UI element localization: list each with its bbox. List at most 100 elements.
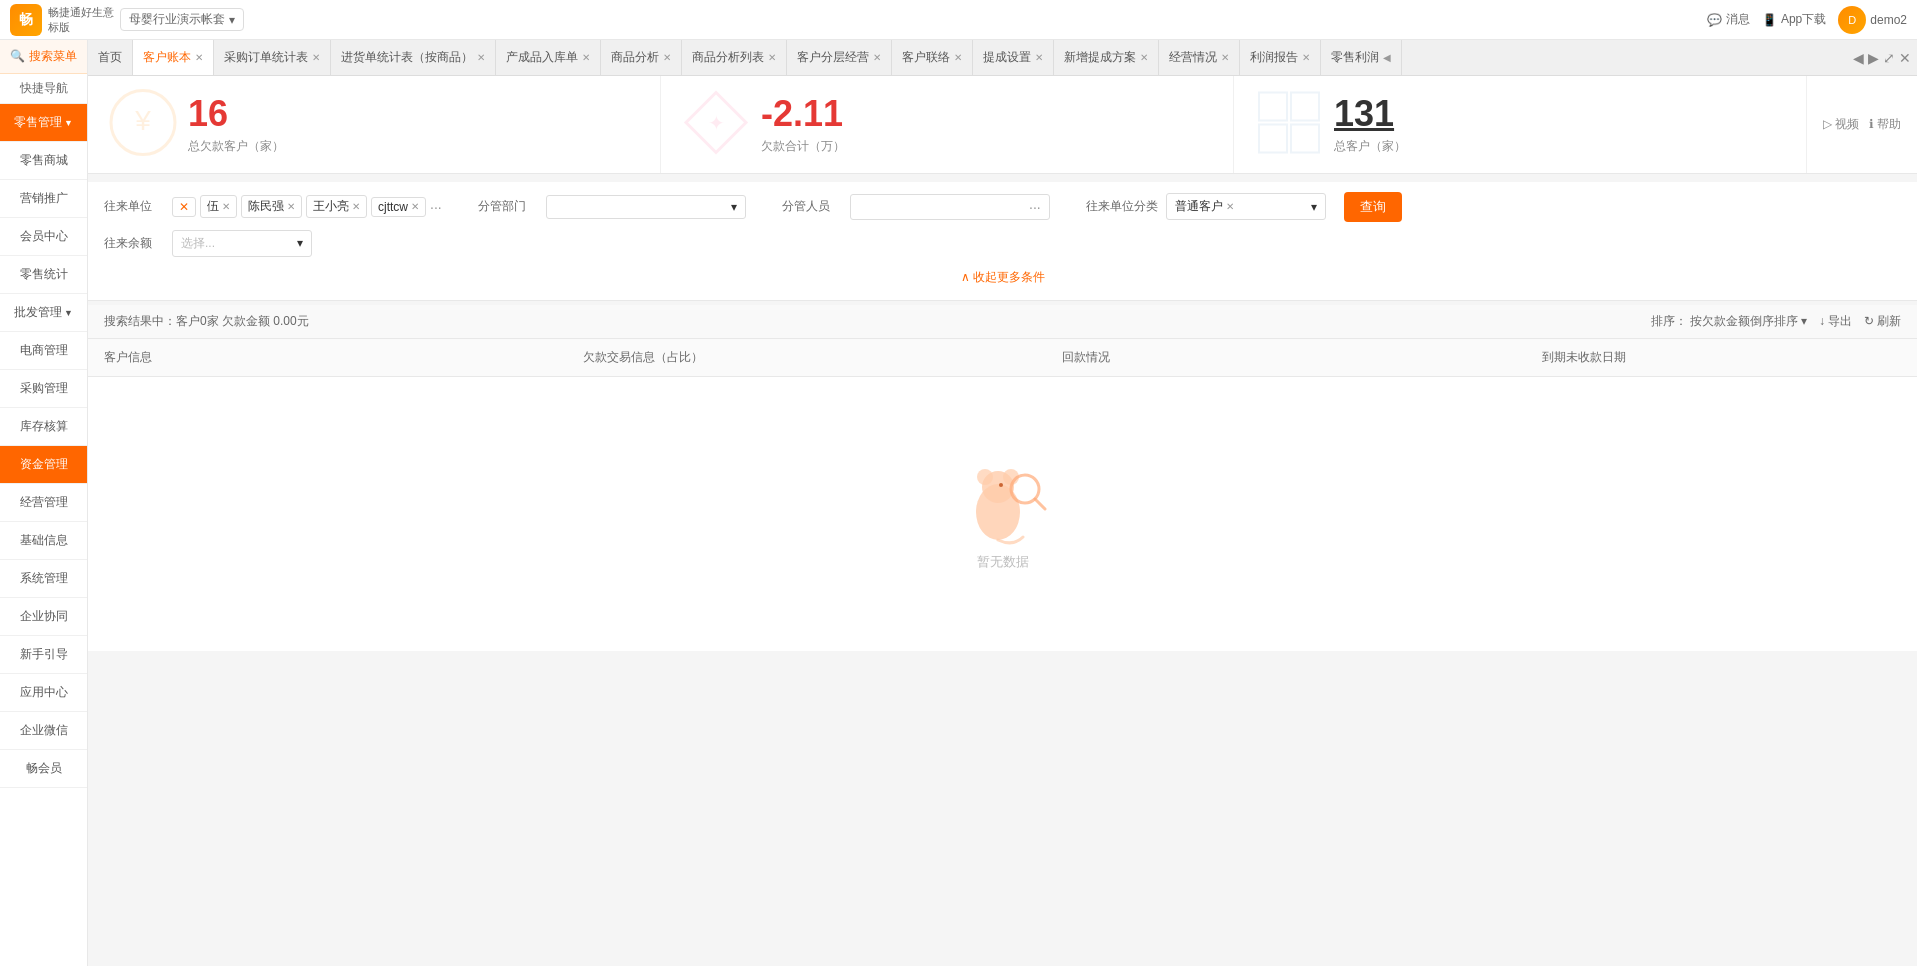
- tab-close[interactable]: ◀: [1383, 52, 1391, 63]
- tab-close[interactable]: ✕: [1302, 52, 1310, 63]
- collapse-label: 收起更多条件: [973, 269, 1045, 286]
- tab-close[interactable]: ✕: [873, 52, 881, 63]
- tab-promo-settings[interactable]: 提成设置 ✕: [973, 40, 1054, 76]
- tag-close-icon[interactable]: ✕: [1226, 201, 1234, 212]
- sidebar-item-finance-mgmt[interactable]: 资金管理: [0, 446, 87, 484]
- tab-home[interactable]: 首页: [88, 40, 133, 76]
- tab-customer-connect[interactable]: 客户联络 ✕: [892, 40, 973, 76]
- messages-button[interactable]: 💬 消息: [1707, 11, 1750, 28]
- filter-tag-wang[interactable]: 王小亮 ✕: [306, 195, 367, 218]
- sidebar-item-ecommerce-mgmt[interactable]: 电商管理: [0, 332, 87, 370]
- unit-class-select[interactable]: 普通客户 ✕ ▾: [1166, 193, 1326, 220]
- sidebar-item-label: 新手引导: [20, 647, 68, 661]
- sidebar-search[interactable]: 🔍 搜索菜单: [0, 40, 87, 74]
- sidebar-item-vip-member[interactable]: 畅会员: [0, 750, 87, 788]
- sidebar-item-retail-mall[interactable]: 零售商城: [0, 142, 87, 180]
- tab-close[interactable]: ✕: [768, 52, 776, 63]
- sidebar-item-purchase-mgmt[interactable]: 采购管理: [0, 370, 87, 408]
- sidebar-item-newbie-guide[interactable]: 新手引导: [0, 636, 87, 674]
- tab-accounts[interactable]: 客户账本 ✕: [133, 40, 214, 76]
- tab-customer-segment[interactable]: 客户分层经营 ✕: [787, 40, 892, 76]
- tab-close[interactable]: ✕: [582, 52, 590, 63]
- help-btn[interactable]: ℹ 帮助: [1869, 116, 1901, 133]
- sidebar-item-label: 畅会员: [26, 761, 62, 775]
- sidebar-item-wholesale-mgmt[interactable]: 批发管理 ▼: [0, 294, 87, 332]
- sidebar-item-label: 库存核算: [20, 419, 68, 433]
- user-profile[interactable]: D demo2: [1838, 6, 1907, 34]
- sidebar-item-operations-mgmt[interactable]: 经营管理: [0, 484, 87, 522]
- tab-retail-profit[interactable]: 零售利润 ◀: [1321, 40, 1402, 76]
- unit-class-tag[interactable]: 普通客户 ✕: [1175, 198, 1234, 215]
- tab-close[interactable]: ✕: [663, 52, 671, 63]
- tab-maximize[interactable]: ⤢: [1883, 50, 1895, 66]
- tab-product-analysis-list[interactable]: 商品分析列表 ✕: [682, 40, 787, 76]
- quick-nav[interactable]: 快捷导航: [0, 74, 87, 104]
- tab-product-inbound[interactable]: 产成品入库单 ✕: [496, 40, 601, 76]
- stat-total-customers-value: 131: [1334, 94, 1406, 134]
- tag-close-icon[interactable]: ✕: [287, 201, 295, 212]
- sidebar-item-enterprise-collab[interactable]: 企业协同: [0, 598, 87, 636]
- sidebar-item-inventory[interactable]: 库存核算: [0, 408, 87, 446]
- sidebar-item-retail-stats[interactable]: 零售统计: [0, 256, 87, 294]
- person-select[interactable]: ···: [850, 194, 1050, 220]
- tab-scroll-right[interactable]: ▶: [1868, 50, 1879, 66]
- query-button[interactable]: 查询: [1344, 192, 1402, 222]
- tab-label: 产成品入库单: [506, 49, 578, 66]
- results-summary: 搜索结果中：客户0家 欠款金额 0.00元: [104, 313, 309, 330]
- tag-close-icon[interactable]: ✕: [411, 201, 419, 212]
- sidebar-item-retail-mgmt[interactable]: 零售管理 ▼: [0, 104, 87, 142]
- filter-bar: 往来单位 ✕ 伍 ✕ 陈民强 ✕: [88, 182, 1917, 301]
- tab-label: 零售利润: [1331, 49, 1379, 66]
- export-btn[interactable]: ↓ 导出: [1819, 313, 1852, 330]
- app-download-button[interactable]: 📱 App下载: [1762, 11, 1826, 28]
- sidebar-item-enterprise-wechat[interactable]: 企业微信: [0, 712, 87, 750]
- tab-accounts-close[interactable]: ✕: [195, 52, 203, 63]
- tab-new-promo-plan[interactable]: 新增提成方案 ✕: [1054, 40, 1159, 76]
- tab-scroll-left[interactable]: ◀: [1853, 50, 1864, 66]
- tab-purchase-order-stats[interactable]: 采购订单统计表 ✕: [214, 40, 331, 76]
- content-area: 首页 客户账本 ✕ 采购订单统计表 ✕ 进货单统计表（按商品） ✕ 产成品入库单…: [88, 40, 1917, 966]
- tag-close-icon[interactable]: ✕: [352, 201, 360, 212]
- page-content: ¥ 16 总欠款客户（家）: [88, 76, 1917, 966]
- balance-placeholder: 选择...: [181, 235, 293, 252]
- collapse-btn[interactable]: ∧ 收起更多条件: [961, 269, 1045, 286]
- person-more-btn[interactable]: ···: [1029, 199, 1041, 215]
- col-label: 欠款交易信息（占比）: [583, 350, 703, 364]
- col-label: 客户信息: [104, 350, 152, 364]
- sidebar-item-basic-info[interactable]: 基础信息: [0, 522, 87, 560]
- tab-business-status[interactable]: 经营情况 ✕: [1159, 40, 1240, 76]
- filter-tag-unit-remove[interactable]: ✕: [172, 197, 196, 217]
- download-icon: 📱: [1762, 13, 1777, 27]
- filter-tag-chen[interactable]: 陈民强 ✕: [241, 195, 302, 218]
- tab-close[interactable]: ✕: [1035, 52, 1043, 63]
- tab-close[interactable]: ✕: [1221, 52, 1229, 63]
- tab-close[interactable]: ✕: [477, 52, 485, 63]
- sidebar-item-member-center[interactable]: 会员中心: [0, 218, 87, 256]
- filter-tag-cjttcw[interactable]: cjttcw ✕: [371, 197, 426, 217]
- tab-label: 客户联络: [902, 49, 950, 66]
- more-tags-btn[interactable]: ···: [430, 199, 442, 215]
- data-table: 客户信息 欠款交易信息（占比） 回款情况 到期未收款日期: [88, 339, 1917, 651]
- tag-close-icon[interactable]: ✕: [222, 201, 230, 212]
- tab-close[interactable]: ✕: [1140, 52, 1148, 63]
- balance-select[interactable]: 选择... ▾: [172, 230, 312, 257]
- tab-close-all[interactable]: ✕: [1899, 50, 1911, 66]
- tab-close[interactable]: ✕: [954, 52, 962, 63]
- tab-incoming-stats[interactable]: 进货单统计表（按商品） ✕: [331, 40, 496, 76]
- sidebar-item-app-center[interactable]: 应用中心: [0, 674, 87, 712]
- tab-close[interactable]: ✕: [312, 52, 320, 63]
- sidebar-item-marketing[interactable]: 营销推广: [0, 180, 87, 218]
- sidebar: 🔍 搜索菜单 快捷导航 零售管理 ▼ 零售商城 营销推广 会员中心 零售统计 批…: [0, 40, 88, 966]
- sort-select[interactable]: 排序： 按欠款金额倒序排序 ▾: [1651, 313, 1807, 330]
- video-btn[interactable]: ▷ 视频: [1823, 116, 1859, 133]
- tab-product-analysis[interactable]: 商品分析 ✕: [601, 40, 682, 76]
- app-logo-icon: 畅: [10, 4, 42, 36]
- sidebar-item-system-mgmt[interactable]: 系统管理: [0, 560, 87, 598]
- person-filter-label: 分管人员: [782, 198, 842, 215]
- refresh-btn[interactable]: ↻ 刷新: [1864, 313, 1901, 330]
- account-selector[interactable]: 母婴行业演示帐套 ▾: [120, 8, 244, 31]
- svg-rect-5: [1291, 93, 1319, 121]
- tab-profit-report[interactable]: 利润报告 ✕: [1240, 40, 1321, 76]
- filter-tag-wu[interactable]: 伍 ✕: [200, 195, 237, 218]
- dept-select[interactable]: ▾: [546, 195, 746, 219]
